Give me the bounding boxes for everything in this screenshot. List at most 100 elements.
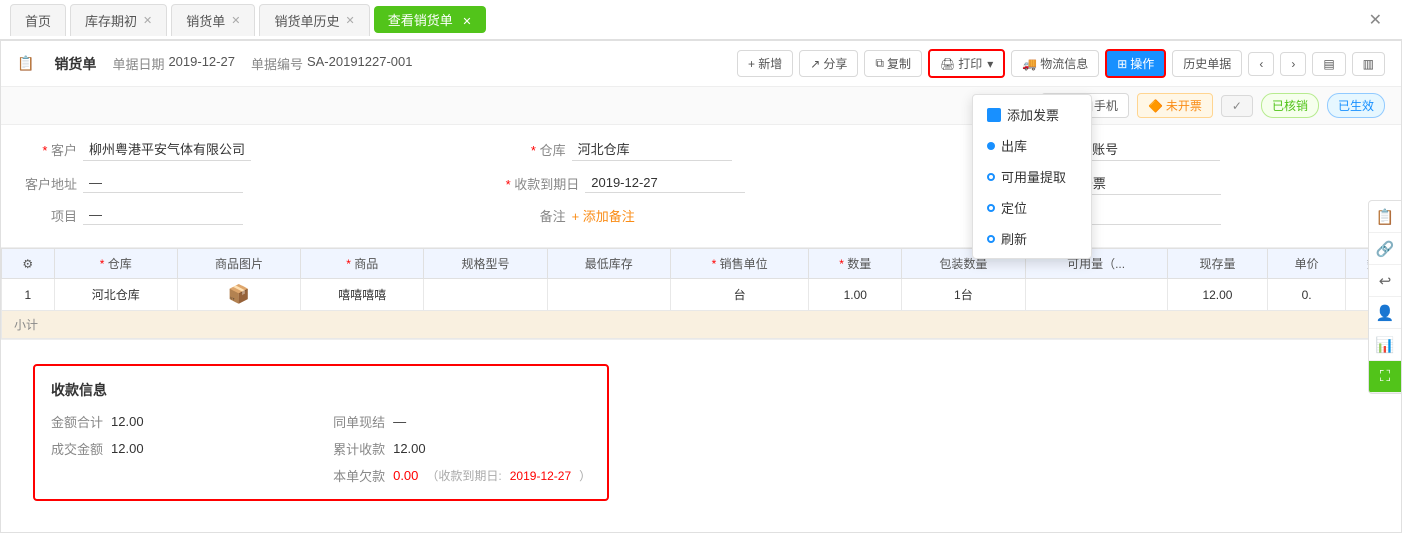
main-toolbar: + 新增 ↗ 分享 ⧉ 复制 🖨 打印 ▾ 🚚 物流信息 xyxy=(737,49,1385,78)
same-settle-value: — xyxy=(393,414,406,429)
operations-button[interactable]: ⊞ 操作 xyxy=(1105,49,1166,78)
col-stock: 现存量 xyxy=(1167,249,1268,279)
next-button[interactable]: › xyxy=(1280,52,1306,76)
operations-dropdown: 添加发票 出库 可用量提取 定位 刷新 xyxy=(972,94,1092,259)
locate-item[interactable]: 定位 xyxy=(973,192,1091,223)
deal-value: 12.00 xyxy=(111,441,144,456)
share-icon: ↗ xyxy=(810,57,820,71)
payment-row-empty xyxy=(51,466,309,485)
product-table: ⚙ 仓库 商品图片 商品 规格型号 最低库存 销售单位 数量 包装数量 可用量（… xyxy=(1,248,1401,339)
tab-inventory-label: 库存期初 xyxy=(85,11,137,30)
col-settings[interactable]: ⚙ xyxy=(2,249,55,279)
warehouse-value[interactable]: 河北仓库 xyxy=(572,137,732,161)
date-value: 2019-12-27 xyxy=(168,54,235,73)
operations-icon: ⊞ xyxy=(1117,57,1127,71)
history-button[interactable]: 历史单据 xyxy=(1172,50,1242,77)
payment-row-same: 同单现结 — xyxy=(333,412,591,431)
check-btn[interactable]: ✓ xyxy=(1221,95,1253,117)
new-button[interactable]: + 新增 xyxy=(737,50,793,77)
layout1-button[interactable]: ▤ xyxy=(1312,52,1345,76)
col-price: 单价 xyxy=(1268,249,1346,279)
window-close[interactable]: ✕ xyxy=(1359,10,1392,30)
print-button[interactable]: 🖨 打印 ▾ xyxy=(928,49,1005,78)
date-label: 单据日期 xyxy=(112,54,164,73)
note-label: 备注 xyxy=(506,206,566,225)
print-label: 打印 xyxy=(958,55,982,72)
row-stock: 12.00 xyxy=(1167,279,1268,311)
right-icon-panel: 📋 🔗 ↩ 👤 📊 ⛶ xyxy=(1368,200,1402,394)
tab-history-close[interactable]: ✕ xyxy=(346,14,355,27)
copy-button[interactable]: ⧉ 复制 xyxy=(864,50,922,77)
subtotal-label: 小计 xyxy=(2,311,1401,339)
outbound-item[interactable]: 出库 xyxy=(973,130,1091,161)
product-table-wrapper: ⚙ 仓库 商品图片 商品 规格型号 最低库存 销售单位 数量 包装数量 可用量（… xyxy=(1,248,1401,340)
share-button[interactable]: ↗ 分享 xyxy=(799,50,858,77)
due-paren: ） xyxy=(579,467,591,484)
right-icon-chart[interactable]: 📊 xyxy=(1369,329,1401,361)
payment-grid: 金额合计 12.00 同单现结 — 成交金额 12.00 累计收款 12.00 xyxy=(51,412,591,485)
col-unit: 销售单位 xyxy=(670,249,808,279)
due-date: 2019-12-27 xyxy=(510,469,571,483)
right-icon-doc[interactable]: 📋 xyxy=(1369,201,1401,233)
right-icon-expand[interactable]: ⛶ xyxy=(1369,361,1401,393)
copy-icon: ⧉ xyxy=(875,56,884,71)
print-icon: 🖨 xyxy=(940,57,955,71)
tab-sales-order[interactable]: 销货单 ✕ xyxy=(171,4,255,36)
row-unit: 台 xyxy=(670,279,808,311)
available-qty-icon xyxy=(987,173,995,181)
logistics-button[interactable]: 🚚 物流信息 xyxy=(1011,50,1099,77)
tab-sales-close[interactable]: ✕ xyxy=(231,14,240,27)
add-invoice-item[interactable]: 添加发票 xyxy=(973,99,1091,130)
row-pack: 1台 xyxy=(902,279,1025,311)
customer-label: 客户 xyxy=(17,140,77,159)
tab-home[interactable]: 首页 xyxy=(10,4,66,36)
tab-home-label: 首页 xyxy=(25,11,51,30)
due-date-value[interactable]: 2019-12-27 xyxy=(585,173,745,193)
doc-num-value: SA-20191227-001 xyxy=(307,54,413,73)
tab-inventory-start[interactable]: 库存期初 ✕ xyxy=(70,4,167,36)
not-open-label: 未开票 xyxy=(1166,97,1202,114)
row-spec xyxy=(424,279,547,311)
tab-view-label: 查看销货单 xyxy=(388,13,453,28)
add-note-btn[interactable]: 添加备注 xyxy=(572,206,635,225)
not-open-btn[interactable]: 🔶 未开票 xyxy=(1137,93,1213,118)
tab-inventory-close[interactable]: ✕ xyxy=(143,14,152,27)
address-label: 客户地址 xyxy=(17,174,77,193)
ticket-icon: 🔶 xyxy=(1148,99,1163,113)
prev-button[interactable]: ‹ xyxy=(1248,52,1274,76)
print-dropdown-icon: ▾ xyxy=(987,57,993,71)
address-value[interactable]: — xyxy=(83,173,243,193)
tab-view-sales[interactable]: 查看销货单 ✕ xyxy=(374,6,486,33)
available-qty-item[interactable]: 可用量提取 xyxy=(973,161,1091,192)
doc-num-label: 单据编号 xyxy=(251,54,303,73)
effective-badge: 已生效 xyxy=(1327,93,1385,118)
project-value[interactable]: — xyxy=(83,205,243,225)
row-warehouse: 河北仓库 xyxy=(54,279,177,311)
project-label: 项目 xyxy=(17,206,77,225)
row-product[interactable]: 嘻嘻嘻嘻 xyxy=(301,279,424,311)
customer-value[interactable]: 柳州粤港平安气体有限公司 xyxy=(83,137,251,161)
col-spec: 规格型号 xyxy=(424,249,547,279)
payment-row-cumulative: 累计收款 12.00 xyxy=(333,439,591,458)
right-icon-link[interactable]: 🔗 xyxy=(1369,233,1401,265)
tab-view-close[interactable]: ✕ xyxy=(462,16,471,28)
row-qty: 1.00 xyxy=(809,279,902,311)
warehouse-label: 仓库 xyxy=(506,140,566,159)
doc-icon: 📋 xyxy=(17,55,34,72)
right-icon-user[interactable]: 👤 xyxy=(1369,297,1401,329)
col-min-stock: 最低库存 xyxy=(547,249,670,279)
due-value: 0.00 xyxy=(393,468,418,483)
right-icon-rotate[interactable]: ↩ xyxy=(1369,265,1401,297)
outbound-label: 出库 xyxy=(1001,136,1027,155)
col-product: 商品 xyxy=(301,249,424,279)
payment-row-1: 金额合计 12.00 xyxy=(51,412,309,431)
total-value: 12.00 xyxy=(111,414,144,429)
refresh-item[interactable]: 刷新 xyxy=(973,223,1091,254)
tab-sales-history[interactable]: 销货单历史 ✕ xyxy=(259,4,369,36)
layout2-button[interactable]: ▥ xyxy=(1352,52,1385,76)
refresh-icon xyxy=(987,235,995,243)
col-warehouse: 仓库 xyxy=(54,249,177,279)
refresh-label: 刷新 xyxy=(1001,229,1027,248)
logistics-label: 物流信息 xyxy=(1040,55,1088,72)
operations-label: 操作 xyxy=(1130,55,1154,72)
